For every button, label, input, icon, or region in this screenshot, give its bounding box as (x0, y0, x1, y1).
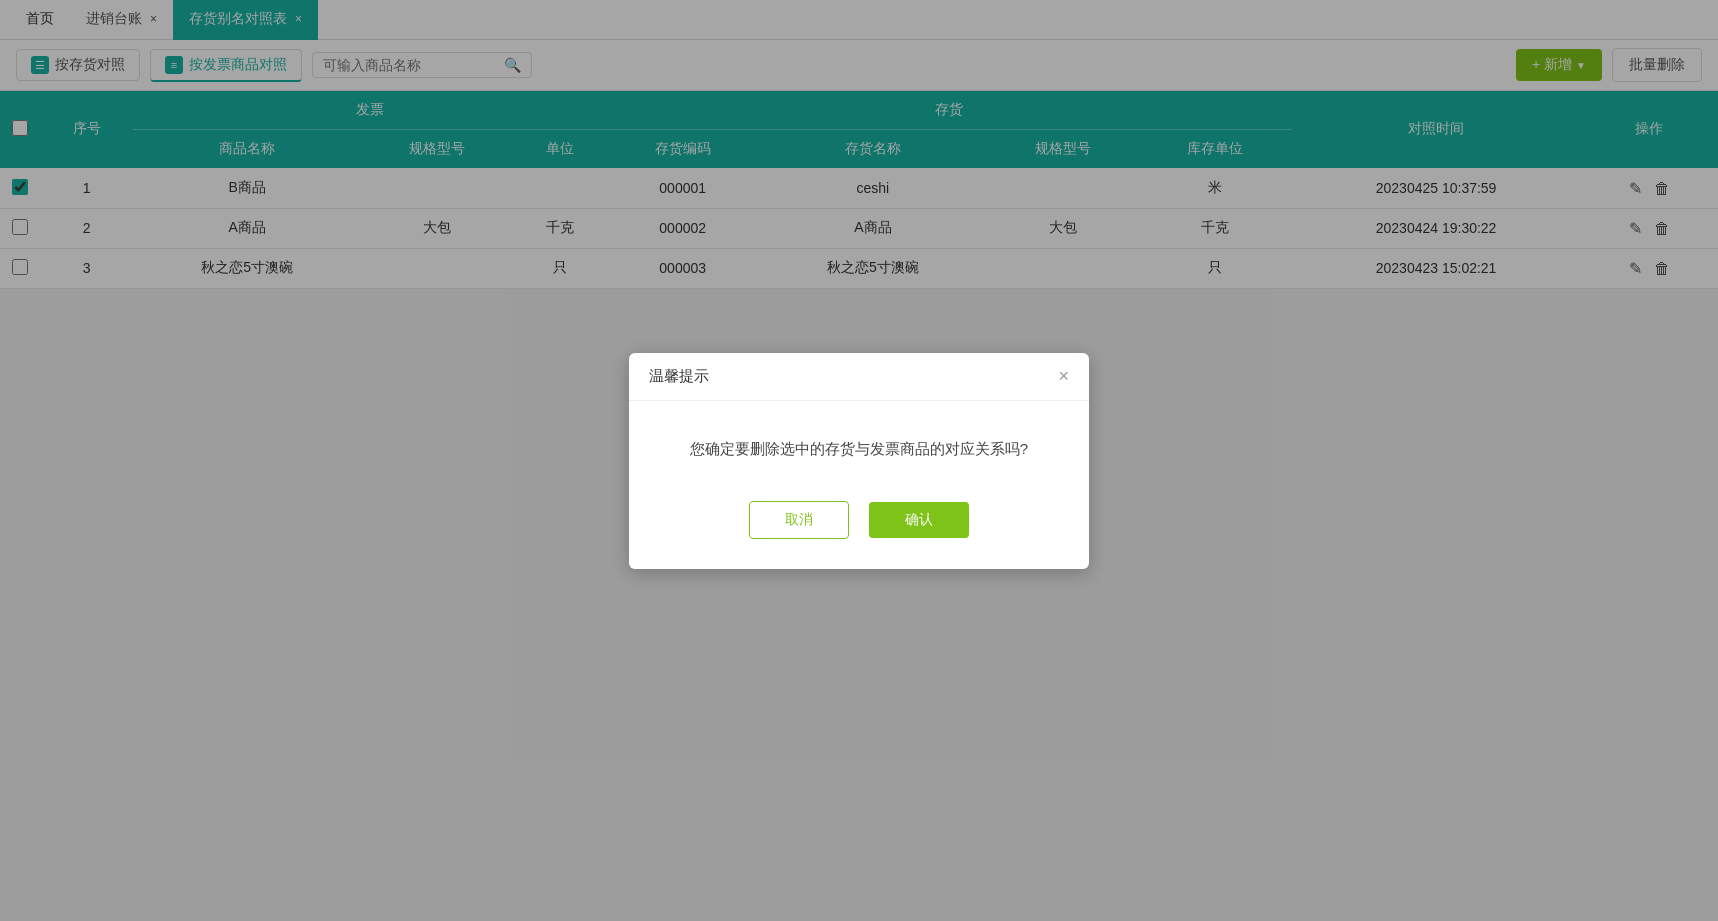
main-content: 序号 发票 存货 对照时间 操作 (0, 91, 1718, 289)
dialog-overlay: 温馨提示 × 您确定要删除选中的存货与发票商品的对应关系吗? 取消 确认 (0, 0, 1718, 289)
